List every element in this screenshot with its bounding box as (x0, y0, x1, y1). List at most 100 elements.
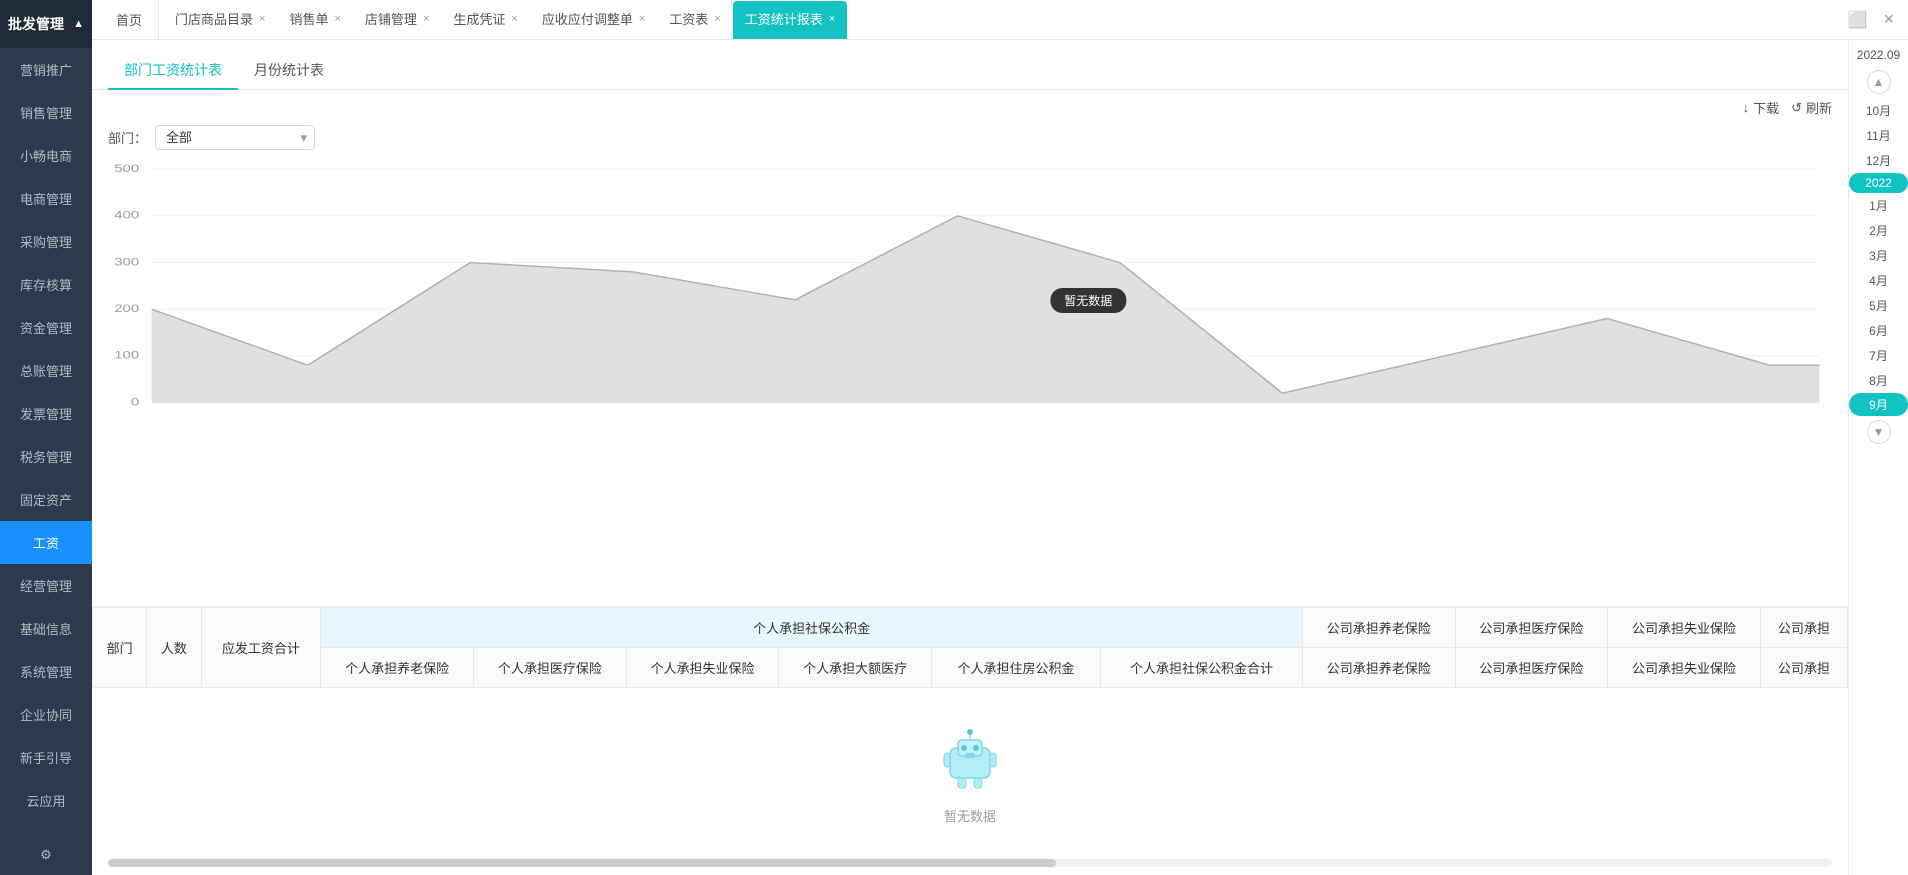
sidebar-item-库存核算[interactable]: 库存核算 (0, 263, 92, 306)
empty-robot-icon (930, 718, 1010, 798)
close-icon[interactable]: × (511, 13, 517, 25)
svg-text:500: 500 (114, 162, 139, 175)
chart-svg: 500 400 300 200 100 0 (108, 158, 1832, 438)
sidebar-title: 批发管理 (8, 14, 64, 34)
close-icon[interactable]: × (334, 13, 340, 25)
month-9[interactable]: 9月 (1849, 393, 1908, 416)
sidebar-item-销售管理[interactable]: 销售管理 (0, 91, 92, 134)
sidebar-header[interactable]: 批发管理 ▲ (0, 0, 92, 48)
th-personal-unemployment: 个人承担失业保险 (626, 648, 779, 688)
sidebar-item-采购管理[interactable]: 采购管理 (0, 220, 92, 263)
sidebar-item-电商管理[interactable]: 电商管理 (0, 177, 92, 220)
year-2022[interactable]: 2022 (1849, 173, 1908, 193)
th-personal-social: 个人承担社保公积金 (321, 608, 1303, 648)
sidebar-item-新手引导[interactable]: 新手引导 (0, 736, 92, 779)
tab-工资统计报表[interactable]: 工资统计报表 × (733, 1, 847, 39)
sidebar-item-工资[interactable]: 工资 (0, 521, 92, 564)
month-11[interactable]: 11月 (1849, 123, 1908, 148)
month-3[interactable]: 3月 (1849, 243, 1908, 268)
sub-tab-月份统计表[interactable]: 月份统计表 (238, 52, 340, 90)
month-4[interactable]: 4月 (1849, 268, 1908, 293)
month-12[interactable]: 12月 (1849, 148, 1908, 173)
close-icon[interactable]: × (714, 13, 720, 25)
department-filter-wrap: 全部 行政部 销售部 财务部 (155, 125, 315, 150)
chart-area: 500 400 300 200 100 0 (92, 158, 1848, 606)
sidebar-item-资金管理[interactable]: 资金管理 (0, 306, 92, 349)
nav-down-button[interactable]: ▼ (1867, 420, 1891, 444)
refresh-icon: ↺ (1791, 100, 1802, 116)
tab-home[interactable]: 首页 (100, 1, 159, 39)
sidebar-item-固定资产[interactable]: 固定资产 (0, 478, 92, 521)
filter-bar: 部门： 全部 行政部 销售部 财务部 (92, 125, 1848, 158)
th-personal-housing: 个人承担住房公积金 (931, 648, 1100, 688)
department-filter-label: 部门： (108, 128, 147, 147)
th-personal-pension: 个人承担养老保险 (321, 648, 474, 688)
th-company-pension2: 公司承担养老保险 (1302, 648, 1455, 688)
scrollbar-thumb[interactable] (108, 859, 1056, 867)
nav-up-button[interactable]: ▲ (1867, 70, 1891, 94)
close-icon[interactable]: × (423, 13, 429, 25)
sidebar-item-总账管理[interactable]: 总账管理 (0, 349, 92, 392)
svg-text:200: 200 (114, 302, 139, 315)
tab-店铺管理[interactable]: 店铺管理 × (353, 1, 441, 39)
close-icon[interactable]: × (829, 13, 835, 25)
tab-应收应付调整单[interactable]: 应收应付调整单 × (530, 1, 657, 39)
tab-工资表[interactable]: 工资表 × (657, 1, 732, 39)
sidebar: 批发管理 ▲ 营销推广 销售管理 小畅电商 电商管理 采购管理 库存核算 资金管… (0, 0, 92, 875)
refresh-button[interactable]: ↺ 刷新 (1791, 98, 1832, 117)
sidebar-item-基础信息[interactable]: 基础信息 (0, 607, 92, 650)
th-personal-medical: 个人承担医疗保险 (474, 648, 627, 688)
right-panel-year: 2022.09 (1857, 48, 1900, 62)
sidebar-item-企业协同[interactable]: 企业协同 (0, 693, 92, 736)
chart-no-data-tooltip: 暂无数据 (1050, 288, 1126, 313)
empty-state: 暂无数据 (92, 688, 1848, 855)
download-button[interactable]: ↓ 下载 (1743, 98, 1780, 117)
close-icon[interactable]: × (639, 13, 645, 25)
main-area: 首页 门店商品目录 × 销售单 × 店铺管理 × 生成凭证 × 应收应付调整单 … (92, 0, 1908, 875)
sidebar-item-小畅电商[interactable]: 小畅电商 (0, 134, 92, 177)
restore-window-icon[interactable]: ⬜ (1842, 8, 1874, 32)
horizontal-scrollbar[interactable] (108, 859, 1832, 867)
tab-bar-controls: ⬜ × (1842, 7, 1900, 32)
th-department: 部门 (93, 608, 147, 688)
th-company-other2: 公司承担 (1760, 648, 1847, 688)
month-5[interactable]: 5月 (1849, 293, 1908, 318)
close-icon[interactable]: × (259, 13, 265, 25)
settings-button[interactable]: ⚙ (0, 835, 92, 875)
month-2[interactable]: 2月 (1849, 218, 1908, 243)
th-personal-total: 个人承担社保公积金合计 (1101, 648, 1303, 688)
close-all-tabs-icon[interactable]: × (1877, 7, 1900, 32)
th-headcount: 人数 (147, 608, 201, 688)
sidebar-item-营销推广[interactable]: 营销推广 (0, 48, 92, 91)
th-company-other: 公司承担 (1760, 608, 1847, 648)
month-10[interactable]: 10月 (1849, 98, 1908, 123)
svg-text:100: 100 (114, 349, 139, 362)
sub-tab-部门工资统计表[interactable]: 部门工资统计表 (108, 52, 238, 90)
empty-text: 暂无数据 (944, 806, 996, 825)
month-7[interactable]: 7月 (1849, 343, 1908, 368)
tab-销售单[interactable]: 销售单 × (277, 1, 352, 39)
month-1[interactable]: 1月 (1849, 193, 1908, 218)
svg-text:0: 0 (131, 395, 139, 408)
right-panel: 2022.09 ▲ 10月 11月 12月 2022 1月 2月 3月 4月 5… (1848, 40, 1908, 875)
department-select[interactable]: 全部 行政部 销售部 财务部 (155, 125, 315, 150)
tab-门店商品目录[interactable]: 门店商品目录 × (163, 1, 277, 39)
tab-bar: 首页 门店商品目录 × 销售单 × 店铺管理 × 生成凭证 × 应收应付调整单 … (92, 0, 1908, 40)
th-company-medical2: 公司承担医疗保险 (1455, 648, 1608, 688)
sidebar-item-云应用[interactable]: 云应用 (0, 779, 92, 822)
sidebar-item-系统管理[interactable]: 系统管理 (0, 650, 92, 693)
table-wrapper: 部门 人数 应发工资合计 个人承担社保公积金 公司承担养老保险 公司承担医疗保险… (92, 606, 1848, 688)
th-company-medical: 公司承担医疗保险 (1455, 608, 1608, 648)
tab-生成凭证[interactable]: 生成凭证 × (441, 1, 529, 39)
content-area: 部门工资统计表 月份统计表 ↓ 下载 ↺ 刷新 部门： (92, 40, 1908, 875)
toolbar: ↓ 下载 ↺ 刷新 (92, 90, 1848, 125)
th-personal-major-medical: 个人承担大额医疗 (779, 648, 932, 688)
sub-tab-bar: 部门工资统计表 月份统计表 (92, 40, 1848, 90)
th-company-unemployment2: 公司承担失业保险 (1608, 648, 1761, 688)
th-company-unemployment: 公司承担失业保险 (1608, 608, 1761, 648)
sidebar-item-经营管理[interactable]: 经营管理 (0, 564, 92, 607)
sidebar-item-发票管理[interactable]: 发票管理 (0, 392, 92, 435)
month-8[interactable]: 8月 (1849, 368, 1908, 393)
month-6[interactable]: 6月 (1849, 318, 1908, 343)
sidebar-item-税务管理[interactable]: 税务管理 (0, 435, 92, 478)
